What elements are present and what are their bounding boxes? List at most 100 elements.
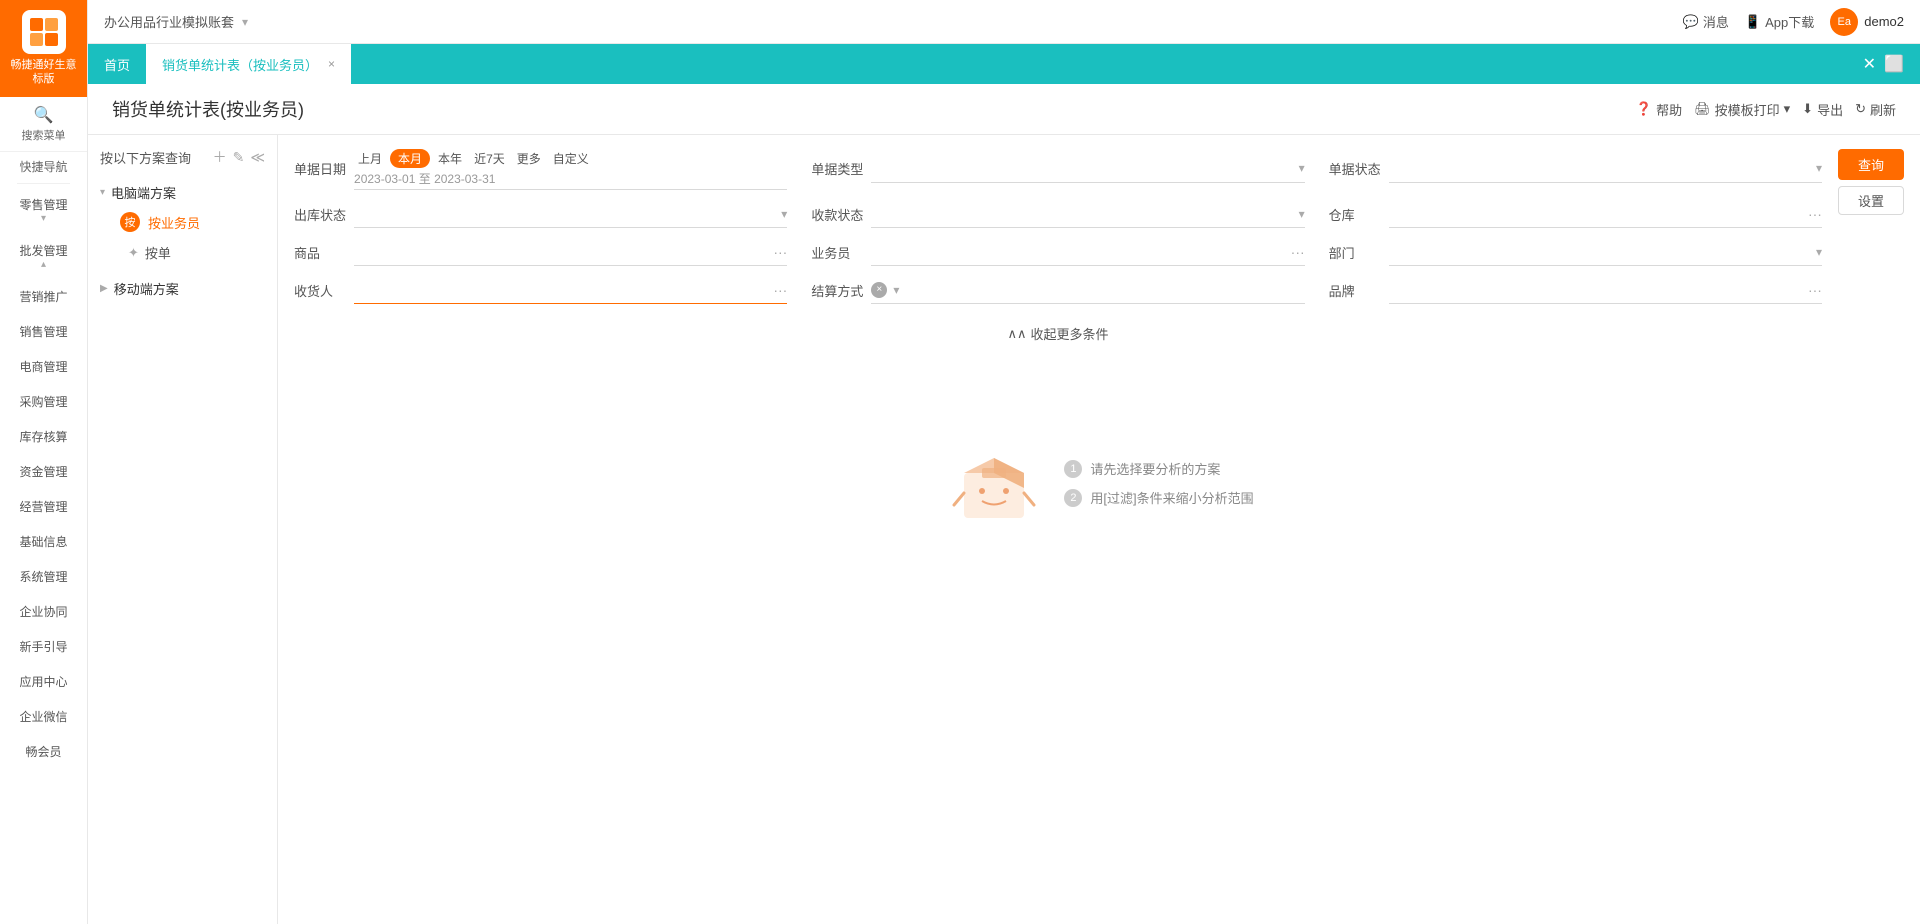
mobile-scheme-group-header[interactable]: ▶ 移动端方案 xyxy=(88,275,277,302)
print-dropdown-icon[interactable]: ▾ xyxy=(1784,101,1791,117)
left-panel-title: 按以下方案查询 xyxy=(100,148,191,167)
filter-area: 单据日期 上月 本月 本年 近7天 更多 自定义 xyxy=(294,147,1904,353)
search-menu-label: 搜索菜单 xyxy=(22,127,66,143)
out-status-dropdown-icon[interactable]: ▾ xyxy=(781,207,787,221)
date-7days-btn[interactable]: 近7天 xyxy=(470,149,509,168)
date-this-month-btn[interactable]: 本月 xyxy=(390,149,430,168)
sidebar-item-member-label: 畅会员 xyxy=(25,743,61,760)
main-area: 办公用品行业模拟账套 ▾ 💬 消息 📱 App下载 Ea demo2 首页 xyxy=(88,0,1920,924)
query-button[interactable]: 查询 xyxy=(1838,149,1904,180)
date-custom-btn[interactable]: 自定义 xyxy=(549,149,593,168)
filter-doc-status-control[interactable]: ▾ xyxy=(1389,155,1822,183)
search-menu-item[interactable]: 🔍 搜索菜单 xyxy=(0,97,87,152)
filter-salesman-item: 业务员 ··· xyxy=(811,238,1304,266)
edit-scheme-icon[interactable]: ✎ xyxy=(233,149,245,166)
setting-button[interactable]: 设置 xyxy=(1838,186,1904,215)
sidebar-item-enterprise[interactable]: 企业协同 xyxy=(0,593,87,628)
tab-restore-button[interactable]: ⬜ xyxy=(1884,54,1904,74)
pc-scheme-group-header[interactable]: ▾ 电脑端方案 xyxy=(88,179,277,206)
help-button[interactable]: ❓ 帮助 xyxy=(1636,100,1682,119)
sidebar-item-appstore[interactable]: 应用中心 xyxy=(0,663,87,698)
filter-date-label: 单据日期 xyxy=(294,159,346,178)
goods-more-icon[interactable]: ··· xyxy=(773,244,787,260)
doc-type-dropdown-icon[interactable]: ▾ xyxy=(1299,161,1305,175)
filter-dept-control[interactable]: ▾ xyxy=(1389,238,1822,266)
tab-close-window-button[interactable]: ✕ xyxy=(1863,54,1876,74)
settle-clear-icon[interactable]: × xyxy=(871,282,887,298)
filter-date-item: 单据日期 上月 本月 本年 近7天 更多 自定义 xyxy=(294,147,787,190)
export-button[interactable]: ⬇ 导出 xyxy=(1802,100,1843,119)
sidebar-item-wholesale[interactable]: 批发管理 ▴ xyxy=(0,232,87,278)
salesman-more-icon[interactable]: ··· xyxy=(1291,244,1305,260)
quick-nav-item[interactable]: 快捷导航 xyxy=(0,152,87,181)
sidebar-item-wxwork[interactable]: 企业微信 xyxy=(0,698,87,733)
collapse-panel-icon[interactable]: ≪ xyxy=(250,149,265,166)
collapse-filter-button[interactable]: ∧∧ 收起更多条件 xyxy=(1007,324,1108,343)
empty-tip-1: 1 请先选择要分析的方案 xyxy=(1064,459,1253,478)
sidebar-item-member[interactable]: 畅会员 xyxy=(0,733,87,768)
sidebar-item-sales-label: 销售管理 xyxy=(19,323,67,340)
logo-icon xyxy=(22,10,66,54)
sidebar-item-basic[interactable]: 基础信息 xyxy=(0,523,87,558)
sidebar-item-appstore-label: 应用中心 xyxy=(19,673,67,690)
filter-goods-control[interactable]: ··· xyxy=(354,238,787,266)
empty-state: 1 请先选择要分析的方案 2 用[过滤]条件来缩小分析范围 xyxy=(294,353,1904,613)
sidebar-item-ecommerce-label: 电商管理 xyxy=(19,358,67,375)
scheme-item-salesman-icon: 按 xyxy=(120,212,140,232)
filter-salesman-control[interactable]: ··· xyxy=(871,238,1304,266)
settle-dropdown-icon[interactable]: ▾ xyxy=(893,283,899,297)
filter-out-status-control[interactable]: ▾ xyxy=(354,200,787,228)
doc-status-dropdown-icon[interactable]: ▾ xyxy=(1816,161,1822,175)
topbar-right: 💬 消息 📱 App下载 Ea demo2 xyxy=(1683,8,1904,36)
print-label: 按模板打印 xyxy=(1715,100,1780,119)
tab-close-icon[interactable]: × xyxy=(328,57,335,71)
consignee-more-icon[interactable]: ··· xyxy=(773,282,787,298)
mobile-scheme-group: ▶ 移动端方案 xyxy=(88,271,277,306)
sidebar-item-ecommerce[interactable]: 电商管理 xyxy=(0,348,87,383)
sidebar-item-guide[interactable]: 新手引导 xyxy=(0,628,87,663)
brand-more-icon[interactable]: ··· xyxy=(1808,282,1822,298)
filter-receive-status-control[interactable]: ▾ xyxy=(871,200,1304,228)
filter-out-status-label: 出库状态 xyxy=(294,205,346,224)
sidebar-item-sales[interactable]: 销售管理 xyxy=(0,313,87,348)
sidebar-item-retail[interactable]: 零售管理 ▾ xyxy=(0,186,87,232)
topbar-left: 办公用品行业模拟账套 ▾ xyxy=(104,12,248,31)
warehouse-more-icon[interactable]: ··· xyxy=(1808,206,1822,222)
tab-active[interactable]: 销货单统计表（按业务员） × xyxy=(146,44,351,84)
left-panel-icons: ＋ ✎ ≪ xyxy=(213,147,265,167)
sidebar-item-system[interactable]: 系统管理 xyxy=(0,558,87,593)
topbar-dropdown-icon[interactable]: ▾ xyxy=(242,15,248,29)
dept-dropdown-icon[interactable]: ▾ xyxy=(1816,245,1822,259)
filter-doc-type-control[interactable]: ▾ xyxy=(871,155,1304,183)
print-button[interactable]: 🖨 按模板打印 ▾ xyxy=(1694,100,1790,119)
filter-brand-control[interactable]: ··· xyxy=(1389,276,1822,304)
sidebar-item-purchase[interactable]: 采购管理 xyxy=(0,383,87,418)
sidebar-item-operation[interactable]: 经营管理 xyxy=(0,488,87,523)
tab-home[interactable]: 首页 xyxy=(88,44,146,84)
message-button[interactable]: 💬 消息 xyxy=(1683,12,1729,31)
filter-consignee-label: 收货人 xyxy=(294,281,346,300)
right-panel: 单据日期 上月 本月 本年 近7天 更多 自定义 xyxy=(278,135,1920,924)
sidebar-item-finance[interactable]: 资金管理 xyxy=(0,453,87,488)
username-label: demo2 xyxy=(1864,14,1904,29)
scheme-item-by-salesman[interactable]: 按 按业务员 xyxy=(88,206,277,238)
sidebar-item-marketing[interactable]: 营销推广 xyxy=(0,278,87,313)
message-label: 消息 xyxy=(1703,12,1729,31)
tip-num-1: 1 xyxy=(1064,460,1082,478)
sidebar-item-inventory[interactable]: 库存核算 xyxy=(0,418,87,453)
refresh-button[interactable]: ↻ 刷新 xyxy=(1855,100,1896,119)
receive-status-dropdown-icon[interactable]: ▾ xyxy=(1299,207,1305,221)
app-download-button[interactable]: 📱 App下载 xyxy=(1745,12,1814,31)
user-menu[interactable]: Ea demo2 xyxy=(1830,8,1904,36)
filter-settle-control[interactable]: × ▾ xyxy=(871,276,1304,304)
add-scheme-icon[interactable]: ＋ xyxy=(213,147,227,167)
scheme-item-by-order[interactable]: ✦ 按单 xyxy=(88,238,277,267)
filter-consignee-control[interactable]: ··· xyxy=(354,276,787,304)
tabbar-controls: ✕ ⬜ xyxy=(1863,54,1920,74)
date-more-btn[interactable]: 更多 xyxy=(513,149,545,168)
filter-doc-type-label: 单据类型 xyxy=(811,159,863,178)
date-last-month-btn[interactable]: 上月 xyxy=(354,149,386,168)
mobile-scheme-label: 移动端方案 xyxy=(114,279,179,298)
filter-warehouse-control[interactable]: ··· xyxy=(1389,200,1822,228)
date-this-year-btn[interactable]: 本年 xyxy=(434,149,466,168)
